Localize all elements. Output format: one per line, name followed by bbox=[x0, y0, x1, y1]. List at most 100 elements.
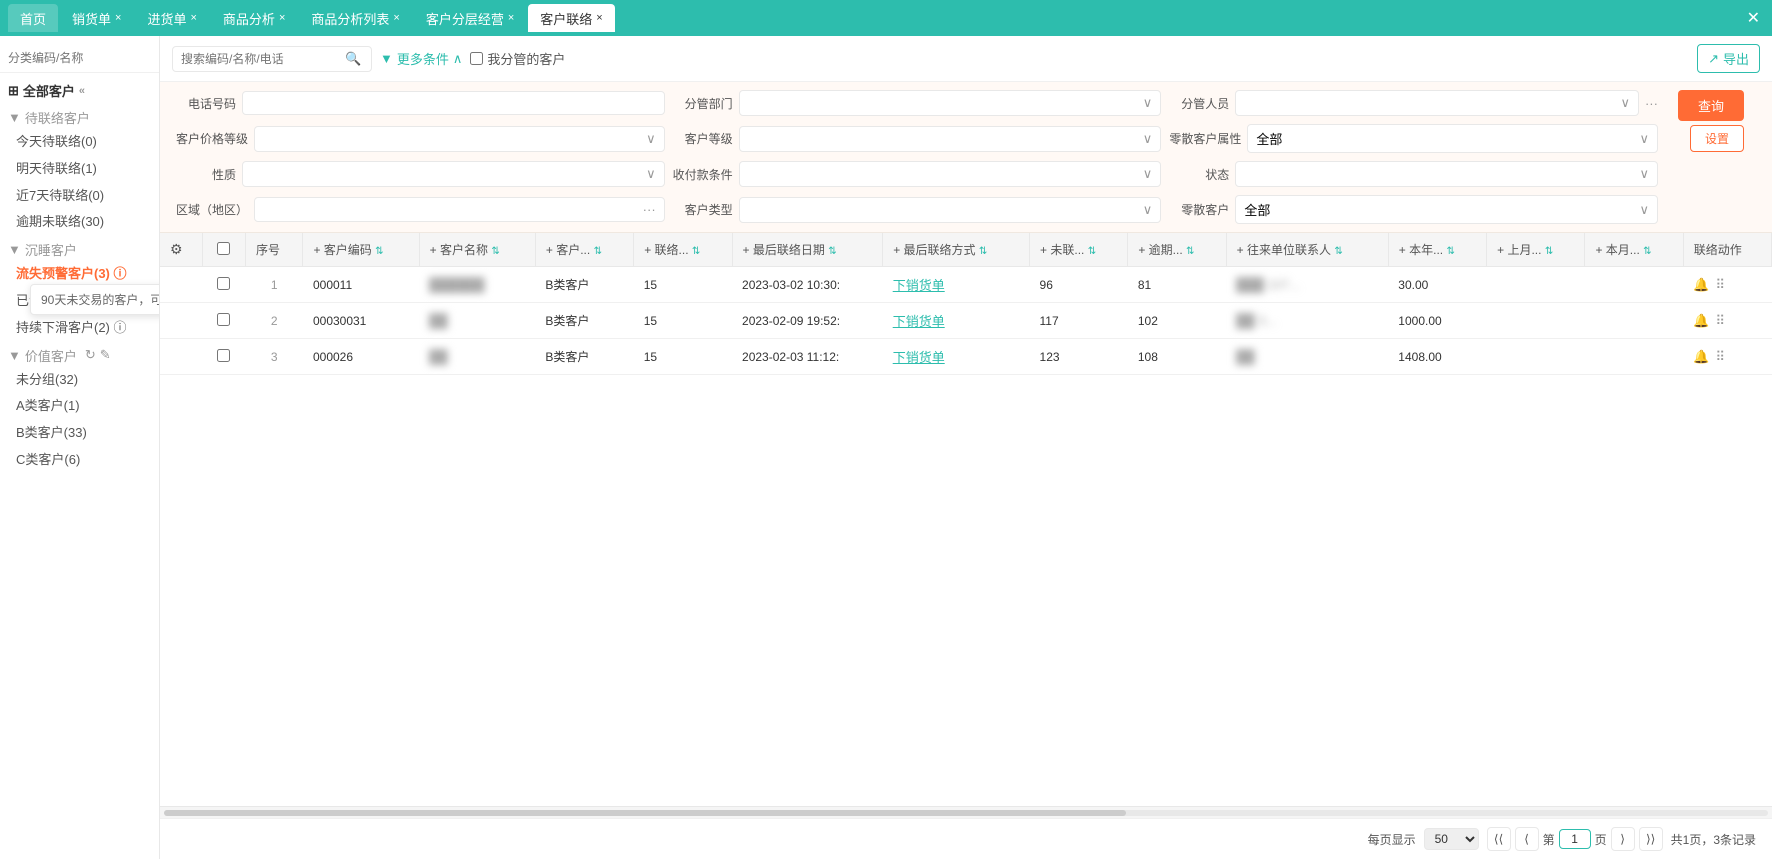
nav-tab-sales[interactable]: 销货单 × bbox=[60, 4, 133, 32]
sidebar-section-value[interactable]: ▼ 价值客户 ↻ ✎ bbox=[0, 342, 159, 367]
sidebar-section-lost[interactable]: ▼ 沉睡客户 bbox=[0, 236, 159, 261]
customer-type-select[interactable]: ∨ bbox=[739, 197, 1162, 223]
status-select[interactable]: ∨ bbox=[1235, 161, 1658, 187]
customer-level-select[interactable]: ∨ bbox=[739, 126, 1162, 152]
search-box[interactable]: 🔍 bbox=[172, 46, 372, 72]
code-column-header[interactable]: + 客户编码 ⇅ bbox=[303, 233, 419, 267]
settings-column-header[interactable]: ⚙ bbox=[160, 233, 202, 267]
close-icon[interactable]: × bbox=[596, 12, 602, 24]
next-page-button[interactable]: ⟩ bbox=[1611, 827, 1635, 851]
nav-tab-analysis[interactable]: 商品分析 × bbox=[211, 4, 297, 32]
this-year-column-header[interactable]: + 本年... ⇅ bbox=[1388, 233, 1486, 267]
contact-column-header[interactable]: + 联络... ⇅ bbox=[634, 233, 732, 267]
chevron-down-icon: ∧ bbox=[453, 51, 463, 67]
overdue-column-header[interactable]: + 逾期... ⇅ bbox=[1128, 233, 1226, 267]
price-level-select[interactable]: ∨ bbox=[254, 126, 665, 152]
nav-tab-purchase[interactable]: 进货单 × bbox=[135, 4, 208, 32]
dept-label: 分管部门 bbox=[673, 95, 733, 112]
retail-customer-select[interactable]: 全部 ∨ bbox=[1235, 195, 1658, 224]
edit-icon[interactable]: ✎ bbox=[100, 347, 111, 363]
sidebar-item-7days[interactable]: 近7天待联络(0) bbox=[0, 183, 159, 210]
filter-retail-customer: 零散客户 全部 ∨ bbox=[1169, 195, 1658, 224]
sidebar-search-input[interactable] bbox=[8, 51, 160, 65]
row-last-method[interactable]: 下销货单 bbox=[883, 303, 1030, 339]
prev-page-button[interactable]: ⟨ bbox=[1515, 827, 1539, 851]
query-button[interactable]: 查询 bbox=[1678, 90, 1744, 121]
nav-tab-home[interactable]: 首页 bbox=[8, 4, 58, 32]
sidebar-item-c-class[interactable]: C类客户(6) bbox=[0, 447, 159, 474]
dots-icon[interactable]: ··· bbox=[1645, 96, 1658, 111]
row-type: B类客户 bbox=[535, 303, 633, 339]
row-settings bbox=[160, 303, 202, 339]
row-last-method[interactable]: 下销货单 bbox=[883, 267, 1030, 303]
window-close-button[interactable]: ✕ bbox=[1743, 4, 1764, 32]
last-page-button[interactable]: ⟩⟩ bbox=[1639, 827, 1663, 851]
contact-icon[interactable]: 🔔 bbox=[1693, 277, 1709, 293]
refresh-icon[interactable]: ↻ bbox=[85, 347, 96, 363]
my-customers-checkbox-label[interactable]: 我分管的客户 bbox=[470, 49, 565, 68]
row-checkbox-1[interactable] bbox=[217, 277, 230, 290]
sidebar-item-overdue[interactable]: 逾期未联络(30) bbox=[0, 209, 159, 236]
unit-contact-column-header[interactable]: + 往来单位联系人 ⇅ bbox=[1226, 233, 1388, 267]
more-icon[interactable]: ⠿ bbox=[1715, 349, 1725, 365]
region-select[interactable]: ··· bbox=[254, 197, 665, 222]
nav-tab-customer-segment[interactable]: 客户分层经营 × bbox=[414, 4, 526, 32]
dots-icon[interactable]: ··· bbox=[643, 202, 656, 217]
sidebar-item-today[interactable]: 今天待联络(0) bbox=[0, 129, 159, 156]
row-contact: 15 bbox=[634, 303, 732, 339]
sidebar-search-box[interactable]: 🔍 bbox=[0, 44, 159, 73]
phone-input[interactable] bbox=[242, 91, 665, 115]
my-customers-checkbox[interactable] bbox=[470, 52, 483, 65]
close-icon[interactable]: × bbox=[279, 12, 285, 24]
this-month-column-header[interactable]: + 本月... ⇅ bbox=[1585, 233, 1683, 267]
triangle-icon: ▼ bbox=[8, 242, 21, 257]
row-checkbox-3[interactable] bbox=[217, 349, 230, 362]
more-icon[interactable]: ⠿ bbox=[1715, 313, 1725, 329]
nature-select[interactable]: ∨ bbox=[242, 161, 665, 187]
close-icon[interactable]: × bbox=[393, 12, 399, 24]
more-conditions-button[interactable]: ▼ 更多条件 ∧ bbox=[380, 49, 462, 68]
all-customers-header[interactable]: ⊞ 全部客户 « bbox=[0, 77, 159, 104]
page-of-label: 页 bbox=[1595, 831, 1607, 848]
search-icon[interactable]: 🔍 bbox=[345, 51, 361, 67]
payment-select[interactable]: ∨ bbox=[739, 161, 1162, 187]
action-column-header: 联络动作 bbox=[1683, 233, 1771, 267]
per-page-select[interactable]: 50 20 100 bbox=[1424, 828, 1479, 850]
sidebar-item-tomorrow[interactable]: 明天待联络(1) bbox=[0, 156, 159, 183]
nav-tab-analysis-list[interactable]: 商品分析列表 × bbox=[299, 4, 411, 32]
last-method-column-header[interactable]: + 最后联络方式 ⇅ bbox=[883, 233, 1030, 267]
retail-attr-select[interactable]: 全部 ∨ bbox=[1247, 124, 1658, 153]
contact-icon[interactable]: 🔔 bbox=[1693, 313, 1709, 329]
export-button[interactable]: ↗ 导出 bbox=[1697, 44, 1760, 73]
gear-icon[interactable]: ⚙ bbox=[170, 241, 183, 257]
no-contact-column-header[interactable]: + 未联... ⇅ bbox=[1030, 233, 1128, 267]
sidebar-section-pending[interactable]: ▼ 待联络客户 bbox=[0, 104, 159, 129]
contact-icon[interactable]: 🔔 bbox=[1693, 349, 1709, 365]
price-level-label: 客户价格等级 bbox=[176, 130, 248, 147]
more-icon[interactable]: ⠿ bbox=[1715, 277, 1725, 293]
close-icon[interactable]: × bbox=[190, 12, 196, 24]
first-page-button[interactable]: ⟨⟨ bbox=[1487, 827, 1511, 851]
sidebar-item-declining[interactable]: 持续下滑客户(2) ⓘ bbox=[0, 315, 159, 342]
page-input[interactable] bbox=[1559, 829, 1591, 849]
search-input[interactable] bbox=[181, 52, 341, 66]
last-month-column-header[interactable]: + 上月... ⇅ bbox=[1487, 233, 1585, 267]
dept-select[interactable]: ∨ bbox=[739, 90, 1162, 116]
horizontal-scrollbar[interactable] bbox=[160, 806, 1772, 818]
row-last-method[interactable]: 下销货单 bbox=[883, 339, 1030, 375]
type-column-header[interactable]: + 客户... ⇅ bbox=[535, 233, 633, 267]
select-all-checkbox[interactable] bbox=[217, 242, 230, 255]
settings-button[interactable]: 设置 bbox=[1690, 125, 1744, 152]
name-column-header[interactable]: + 客户名称 ⇅ bbox=[419, 233, 535, 267]
filter-status: 状态 ∨ bbox=[1169, 161, 1658, 187]
row-checkbox-2[interactable] bbox=[217, 313, 230, 326]
sidebar-item-ungrouped[interactable]: 未分组(32) bbox=[0, 367, 159, 394]
last-date-column-header[interactable]: + 最后联络日期 ⇅ bbox=[732, 233, 883, 267]
sidebar-item-a-class[interactable]: A类客户(1) bbox=[0, 393, 159, 420]
close-icon[interactable]: × bbox=[115, 12, 121, 24]
top-nav: 首页 销货单 × 进货单 × 商品分析 × 商品分析列表 × 客户分层经营 × … bbox=[0, 0, 1772, 36]
nav-tab-customer-contact[interactable]: 客户联络 × bbox=[528, 4, 614, 32]
close-icon[interactable]: × bbox=[508, 12, 514, 24]
sidebar-item-b-class[interactable]: B类客户(33) bbox=[0, 420, 159, 447]
manager-select[interactable]: ∨ bbox=[1235, 90, 1639, 116]
